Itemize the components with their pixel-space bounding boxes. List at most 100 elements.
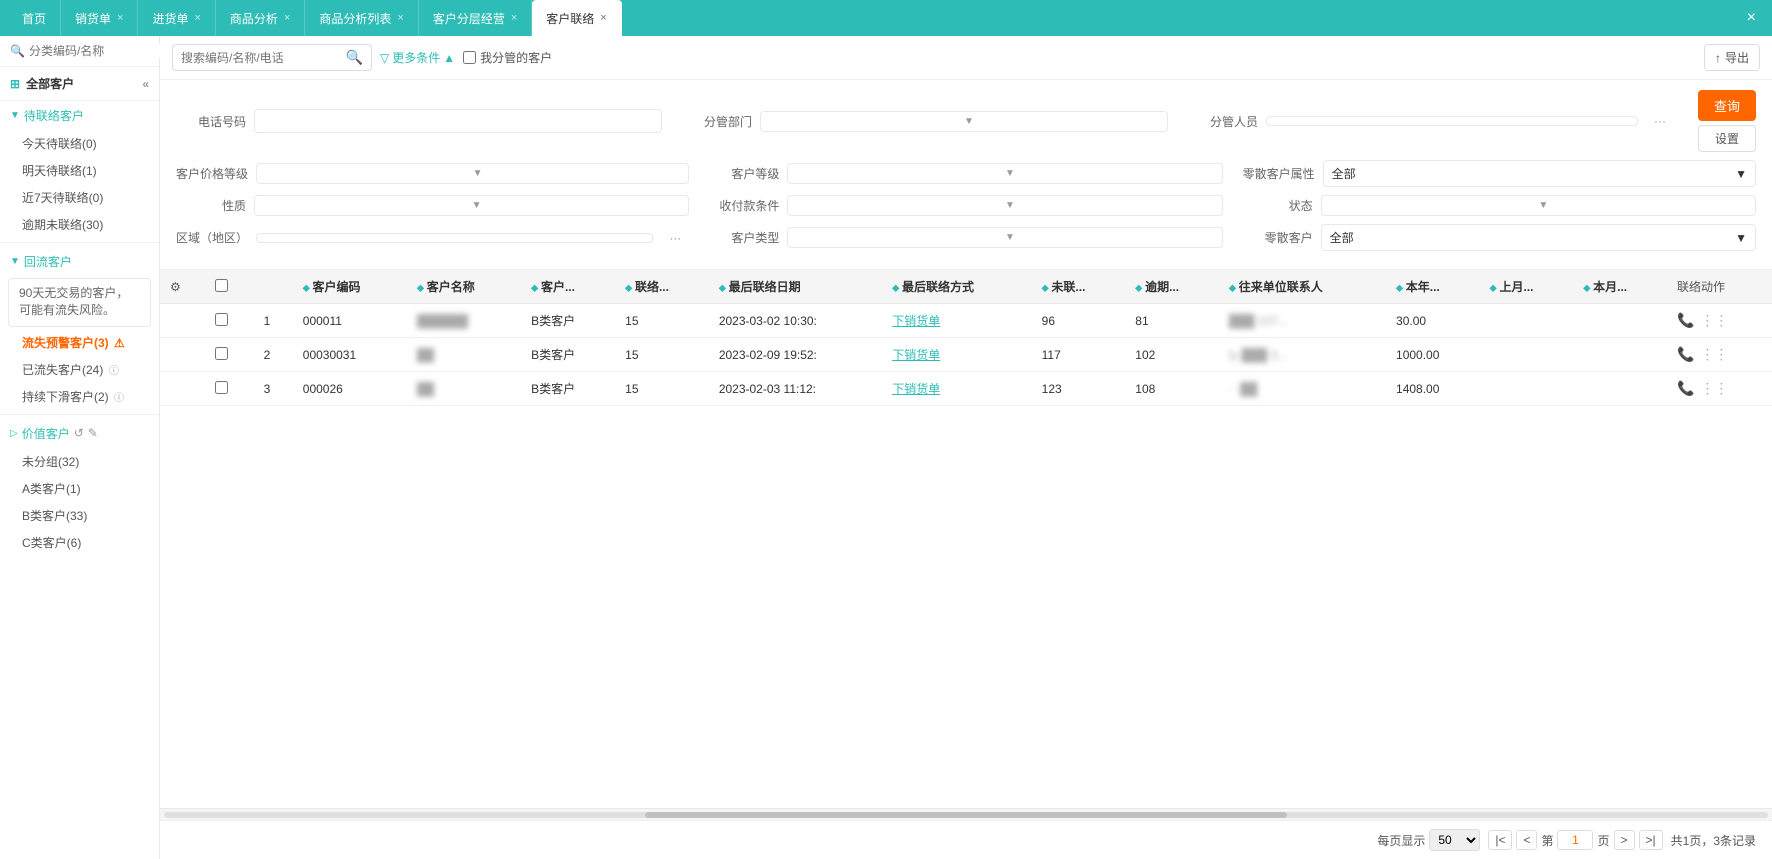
col-uncontact[interactable]: 未联... bbox=[1032, 270, 1126, 304]
filter-dept: 分管部门 ▼ bbox=[682, 111, 1168, 132]
next-page-btn[interactable]: > bbox=[1614, 830, 1635, 850]
col-settings[interactable]: ⚙ bbox=[160, 270, 205, 304]
row-checkbox-cell[interactable] bbox=[205, 304, 253, 338]
sidebar-item-already-lost[interactable]: 已流失客户(24) ⓘ bbox=[0, 356, 159, 383]
select-all-checkbox[interactable] bbox=[215, 279, 228, 292]
row-checkbox-cell[interactable] bbox=[205, 372, 253, 406]
row-unit-contact-cell: ·· ██ bbox=[1219, 372, 1386, 406]
sidebar-item-class-b[interactable]: B类客户(33) bbox=[0, 502, 159, 529]
row-name-cell: ██ bbox=[407, 372, 521, 406]
tab-analysis[interactable]: 商品分析 × bbox=[216, 0, 305, 36]
tab-purchase[interactable]: 进货单 × bbox=[138, 0, 215, 36]
contact-action-icon[interactable]: 📞 bbox=[1677, 346, 1694, 363]
nature-label: 性质 bbox=[176, 197, 246, 214]
scrollbar-thumb[interactable] bbox=[645, 812, 1287, 818]
tab-customer-link[interactable]: 客户联络 × bbox=[532, 0, 621, 36]
row-checkbox-cell[interactable] bbox=[205, 338, 253, 372]
search-button[interactable]: 🔍 bbox=[346, 49, 363, 66]
tab-home[interactable]: 首页 bbox=[8, 0, 61, 36]
status-select[interactable]: ▼ bbox=[1321, 195, 1756, 216]
phone-label: 电话号码 bbox=[176, 113, 246, 130]
my-customers-checkbox-label[interactable]: 我分管的客户 bbox=[463, 49, 552, 66]
col-type[interactable]: 客户... bbox=[521, 270, 615, 304]
my-customers-checkbox[interactable] bbox=[463, 51, 476, 64]
contact-action-icon[interactable]: 📞 bbox=[1677, 312, 1694, 329]
sidebar-group-lost[interactable]: ▼ 回流客户 bbox=[0, 247, 159, 276]
col-contact[interactable]: 联络... bbox=[615, 270, 709, 304]
tab-customer-tier[interactable]: 客户分层经营 × bbox=[419, 0, 532, 36]
more-filter-button[interactable]: ▽ 更多条件 ▲ bbox=[380, 49, 455, 66]
sidebar-group-value[interactable]: ▷ 价值客户 ↺ ✎ bbox=[0, 419, 159, 448]
col-unit-contact[interactable]: 往来单位联系人 bbox=[1219, 270, 1386, 304]
contact-action-icon[interactable]: 📞 bbox=[1677, 380, 1694, 397]
query-button[interactable]: 查询 bbox=[1698, 90, 1756, 121]
region-more-btn[interactable]: ··· bbox=[661, 231, 689, 245]
more-action-icon[interactable]: ⋮⋮ bbox=[1700, 380, 1728, 397]
person-more-btn[interactable]: ··· bbox=[1646, 114, 1674, 128]
col-overdue[interactable]: 逾期... bbox=[1125, 270, 1219, 304]
horizontal-scrollbar[interactable] bbox=[160, 808, 1772, 820]
sidebar-all-customers-header[interactable]: ⊞ 全部客户 « bbox=[0, 67, 159, 101]
per-page-select[interactable]: 50 100 200 bbox=[1429, 829, 1480, 851]
tab-sales[interactable]: 销货单 × bbox=[61, 0, 138, 36]
price-tier-select[interactable]: ▼ bbox=[256, 163, 689, 184]
sidebar-item-tomorrow-pending[interactable]: 明天待联络(1) bbox=[0, 157, 159, 184]
col-this-month[interactable]: 本月... bbox=[1573, 270, 1667, 304]
row-last-contact-method-cell[interactable]: 下销货单 bbox=[882, 304, 1031, 338]
search-input[interactable] bbox=[181, 51, 346, 65]
row-checkbox[interactable] bbox=[215, 381, 228, 394]
payment-select[interactable]: ▼ bbox=[787, 195, 1222, 216]
close-sales-tab[interactable]: × bbox=[117, 12, 123, 24]
tab-analysis-table[interactable]: 商品分析列表 × bbox=[305, 0, 418, 36]
close-analysis-table-tab[interactable]: × bbox=[397, 12, 403, 24]
first-page-btn[interactable]: |< bbox=[1488, 830, 1512, 850]
customer-tier-select[interactable]: ▼ bbox=[787, 163, 1222, 184]
sidebar-item-class-c[interactable]: C类客户(6) bbox=[0, 529, 159, 556]
col-last-contact-method[interactable]: 最后联络方式 bbox=[882, 270, 1031, 304]
more-action-icon[interactable]: ⋮⋮ bbox=[1700, 312, 1728, 329]
col-name[interactable]: 客户名称 bbox=[407, 270, 521, 304]
edit-icon[interactable]: ✎ bbox=[88, 426, 98, 440]
row-last-contact-method-cell[interactable]: 下销货单 bbox=[882, 372, 1031, 406]
sidebar-item-unclassified[interactable]: 未分组(32) bbox=[0, 448, 159, 475]
refresh-icon[interactable]: ↺ bbox=[74, 426, 84, 440]
export-icon: ↑ bbox=[1715, 51, 1721, 65]
sidebar-item-declining[interactable]: 持续下滑客户(2) ⓘ bbox=[0, 383, 159, 410]
close-customer-link-tab[interactable]: × bbox=[600, 12, 606, 24]
nature-select[interactable]: ▼ bbox=[254, 195, 689, 216]
more-action-icon[interactable]: ⋮⋮ bbox=[1700, 346, 1728, 363]
settings-button[interactable]: 设置 bbox=[1698, 125, 1756, 152]
export-button[interactable]: ↑ 导出 bbox=[1704, 44, 1760, 71]
person-value[interactable] bbox=[1266, 116, 1638, 126]
close-customer-tier-tab[interactable]: × bbox=[511, 12, 517, 24]
col-this-year[interactable]: 本年... bbox=[1386, 270, 1480, 304]
row-checkbox[interactable] bbox=[215, 313, 228, 326]
last-page-btn[interactable]: >| bbox=[1639, 830, 1663, 850]
sidebar-collapse-btn[interactable]: « bbox=[142, 77, 149, 91]
row-checkbox[interactable] bbox=[215, 347, 228, 360]
sidebar-item-today-pending[interactable]: 今天待联络(0) bbox=[0, 130, 159, 157]
zero-retail-value[interactable]: 全部 ▼ bbox=[1321, 224, 1756, 251]
col-code[interactable]: 客户编码 bbox=[293, 270, 407, 304]
row-last-contact-method-cell[interactable]: 下销货单 bbox=[882, 338, 1031, 372]
phone-input[interactable] bbox=[254, 109, 662, 133]
close-purchase-tab[interactable]: × bbox=[194, 12, 200, 24]
info-icon-2: ⓘ bbox=[114, 393, 124, 404]
table-row: 3 000026 ██ B类客户 15 2023-02-03 11:12: 下销… bbox=[160, 372, 1772, 406]
prev-page-btn[interactable]: < bbox=[1516, 830, 1537, 850]
page-number-input[interactable] bbox=[1557, 830, 1593, 850]
sidebar-item-week-pending[interactable]: 近7天待联络(0) bbox=[0, 184, 159, 211]
sidebar-item-loss-warning[interactable]: 流失预警客户(3) ⚠ bbox=[0, 329, 159, 356]
sidebar-group-pending[interactable]: ▼ 待联络客户 bbox=[0, 101, 159, 130]
sidebar-item-overdue-pending[interactable]: 逾期未联络(30) bbox=[0, 211, 159, 238]
region-value[interactable] bbox=[256, 233, 653, 243]
col-last-month[interactable]: 上月... bbox=[1480, 270, 1574, 304]
zero-retail-attr-value[interactable]: 全部 ▼ bbox=[1323, 160, 1756, 187]
col-last-contact-date[interactable]: 最后联络日期 bbox=[709, 270, 882, 304]
close-analysis-tab[interactable]: × bbox=[284, 12, 290, 24]
sidebar-item-class-a[interactable]: A类客户(1) bbox=[0, 475, 159, 502]
dept-select[interactable]: ▼ bbox=[760, 111, 1168, 132]
col-checkbox[interactable] bbox=[205, 270, 253, 304]
close-all-tabs[interactable]: × bbox=[1739, 9, 1764, 27]
customer-type-select[interactable]: ▼ bbox=[787, 227, 1222, 248]
